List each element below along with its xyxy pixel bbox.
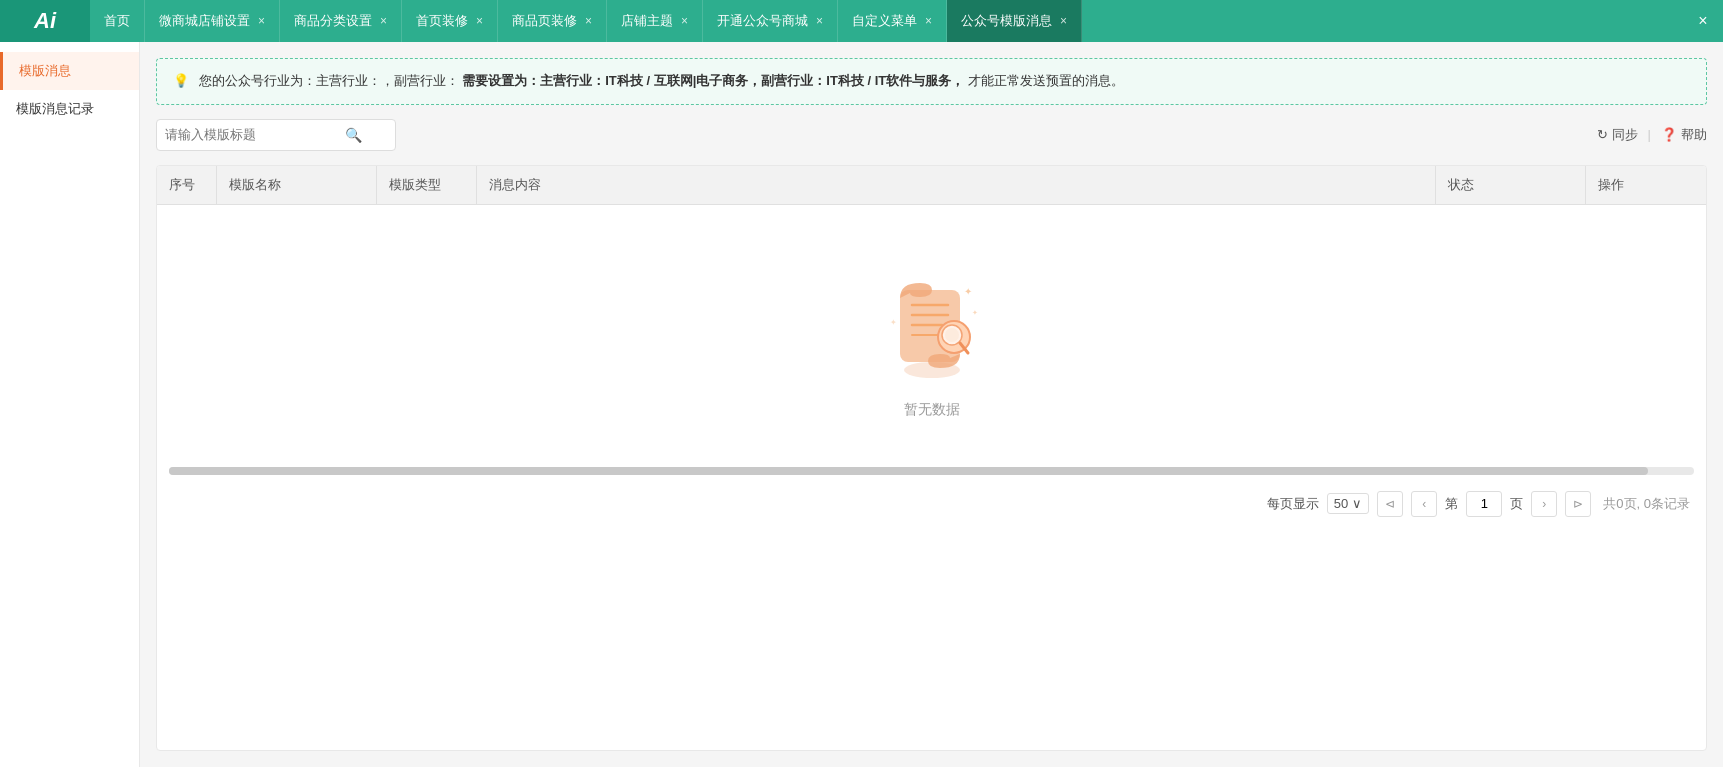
notice-icon: 💡: [173, 73, 189, 88]
scrollbar-thumb: [169, 467, 1648, 475]
tab-list: 首页 微商城店铺设置 × 商品分类设置 × 首页装修 × 商品页装修 × 店铺主…: [90, 0, 1683, 42]
content-area: 💡 您的公众号行业为：主营行业：，副营行业： 需要设置为：主营行业：IT科技 /…: [140, 42, 1723, 767]
tab-shop-settings-close[interactable]: ×: [258, 14, 265, 28]
tab-category-close[interactable]: ×: [380, 14, 387, 28]
tab-theme[interactable]: 店铺主题 ×: [607, 0, 703, 42]
tab-home[interactable]: 首页: [90, 0, 145, 42]
next-page-button[interactable]: ›: [1531, 491, 1557, 517]
svg-text:✦: ✦: [890, 318, 897, 327]
notice-suffix: 才能正常发送预置的消息。: [968, 73, 1124, 88]
page-size-value: 50: [1334, 496, 1348, 511]
last-page-button[interactable]: ⊳: [1565, 491, 1591, 517]
page-total: 共0页, 0条记录: [1603, 495, 1690, 513]
data-table: 序号 模版名称 模版类型 消息内容 状态 操作: [156, 165, 1707, 751]
toolbar-divider: |: [1648, 127, 1651, 142]
search-input[interactable]: [165, 127, 345, 142]
notice-highlight: 需要设置为：主营行业：IT科技 / 互联网|电子商务，副营行业：IT科技 / I…: [462, 73, 964, 88]
tab-open-mall-label: 开通公众号商城: [717, 12, 808, 30]
pagination-row: 每页显示 50 ∨ ⊲ ‹ 第 页 › ⊳ 共0页, 0条记录: [157, 483, 1706, 529]
tab-shop-settings[interactable]: 微商城店铺设置 ×: [145, 0, 280, 42]
first-page-button[interactable]: ⊲: [1377, 491, 1403, 517]
tab-home-label: 首页: [104, 12, 130, 30]
sidebar-item-template-msg-label: 模版消息: [19, 63, 71, 78]
search-icon[interactable]: 🔍: [345, 127, 362, 143]
sidebar: 模版消息 模版消息记录: [0, 42, 140, 767]
page-size-select[interactable]: 50 ∨: [1327, 493, 1369, 514]
sync-label: 同步: [1612, 126, 1638, 144]
col-index: 序号: [157, 166, 217, 204]
search-input-wrap: 🔍: [156, 119, 396, 151]
col-type: 模版类型: [377, 166, 477, 204]
help-label: 帮助: [1681, 126, 1707, 144]
empty-state: ✦ ✦ ✦ 暂无数据: [157, 205, 1706, 459]
tab-template-msg-label: 公众号模版消息: [961, 12, 1052, 30]
empty-text: 暂无数据: [904, 401, 960, 419]
page-size-label: 每页显示: [1267, 495, 1319, 513]
col-name: 模版名称: [217, 166, 377, 204]
col-status: 状态: [1436, 166, 1586, 204]
toolbar-right: ↻ 同步 | ❓ 帮助: [1597, 126, 1707, 144]
tab-home-decor[interactable]: 首页装修 ×: [402, 0, 498, 42]
horizontal-scrollbar[interactable]: [169, 467, 1694, 475]
help-button[interactable]: ❓ 帮助: [1661, 126, 1707, 144]
svg-point-9: [945, 328, 959, 342]
tab-home-decor-close[interactable]: ×: [476, 14, 483, 28]
sync-icon: ↻: [1597, 127, 1608, 142]
tab-home-decor-label: 首页装修: [416, 12, 468, 30]
main-layout: 模版消息 模版消息记录 💡 您的公众号行业为：主营行业：，副营行业： 需要设置为…: [0, 42, 1723, 767]
tab-custom-menu-close[interactable]: ×: [925, 14, 932, 28]
sidebar-item-template-msg-record-label: 模版消息记录: [16, 101, 94, 116]
sync-button[interactable]: ↻ 同步: [1597, 126, 1638, 144]
svg-text:✦: ✦: [964, 286, 972, 297]
page-unit: 页: [1510, 495, 1523, 513]
col-action: 操作: [1586, 166, 1706, 204]
tab-product-decor[interactable]: 商品页装修 ×: [498, 0, 607, 42]
tab-template-msg-close[interactable]: ×: [1060, 14, 1067, 28]
close-all-button[interactable]: ×: [1683, 0, 1723, 42]
svg-text:✦: ✦: [972, 309, 978, 316]
search-row: 🔍 ↻ 同步 | ❓ 帮助: [156, 119, 1707, 151]
tab-open-mall[interactable]: 开通公众号商城 ×: [703, 0, 838, 42]
tab-product-decor-close[interactable]: ×: [585, 14, 592, 28]
tab-custom-menu-label: 自定义菜单: [852, 12, 917, 30]
page-number-input[interactable]: [1466, 491, 1502, 517]
col-content: 消息内容: [477, 166, 1436, 204]
tab-shop-settings-label: 微商城店铺设置: [159, 12, 250, 30]
notice-box: 💡 您的公众号行业为：主营行业：，副营行业： 需要设置为：主营行业：IT科技 /…: [156, 58, 1707, 105]
tab-open-mall-close[interactable]: ×: [816, 14, 823, 28]
topbar: Ai 首页 微商城店铺设置 × 商品分类设置 × 首页装修 × 商品页装修 × …: [0, 0, 1723, 42]
sidebar-item-template-msg[interactable]: 模版消息: [0, 52, 139, 90]
page-size-chevron-icon: ∨: [1352, 496, 1362, 511]
tab-theme-label: 店铺主题: [621, 12, 673, 30]
tab-template-msg[interactable]: 公众号模版消息 ×: [947, 0, 1082, 42]
notice-prefix: 您的公众号行业为：主营行业：，副营行业：: [199, 73, 459, 88]
tab-theme-close[interactable]: ×: [681, 14, 688, 28]
tab-category[interactable]: 商品分类设置 ×: [280, 0, 402, 42]
tab-product-decor-label: 商品页装修: [512, 12, 577, 30]
tab-category-label: 商品分类设置: [294, 12, 372, 30]
help-icon: ❓: [1661, 127, 1677, 142]
tab-custom-menu[interactable]: 自定义菜单 ×: [838, 0, 947, 42]
page-label: 第: [1445, 495, 1458, 513]
app-logo: Ai: [0, 0, 90, 42]
empty-illustration: ✦ ✦ ✦: [872, 265, 992, 385]
sidebar-item-template-msg-record[interactable]: 模版消息记录: [0, 90, 139, 128]
table-header: 序号 模版名称 模版类型 消息内容 状态 操作: [157, 166, 1706, 205]
prev-page-button[interactable]: ‹: [1411, 491, 1437, 517]
